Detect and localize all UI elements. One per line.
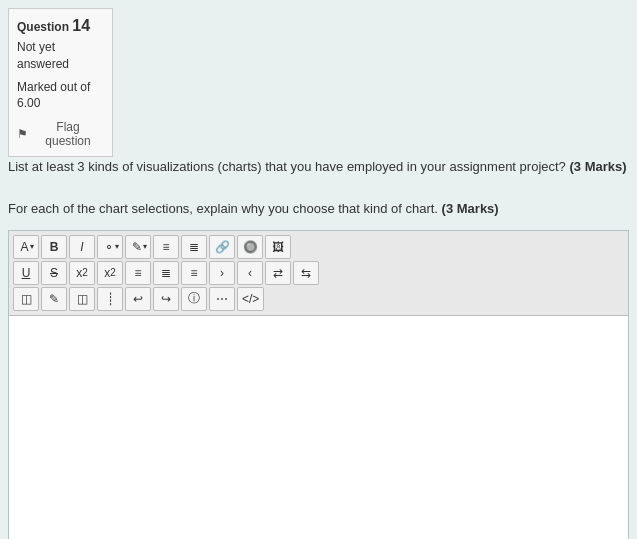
grid-button[interactable]: ◫ (69, 287, 95, 311)
question-label-text: Question (17, 20, 69, 34)
indent-left-button[interactable]: ‹ (237, 261, 263, 285)
list-ordered-button[interactable]: ≣ (181, 235, 207, 259)
list-unordered-button[interactable]: ≡ (153, 235, 179, 259)
font-button[interactable]: A ▾ (13, 235, 39, 259)
align-left-button[interactable]: ≡ (125, 261, 151, 285)
code-button[interactable]: </> (237, 287, 264, 311)
editor-body[interactable]: ⋲ (9, 316, 628, 539)
toolbar-row-3: ◫ ✎ ◫ ┊ ↩ ↪ ⓘ ⋯ </> (13, 287, 624, 311)
info-button[interactable]: ⓘ (181, 287, 207, 311)
cursor-button[interactable]: ┊ (97, 287, 123, 311)
redo-button[interactable]: ↪ (153, 287, 179, 311)
dots-button[interactable]: ⋯ (209, 287, 235, 311)
rtl-button[interactable]: ⇄ (265, 261, 291, 285)
question-sidebar: Question 14 Not yet answered Marked out … (8, 8, 113, 157)
image-button[interactable]: 🖼 (265, 235, 291, 259)
question-part1-marks: (3 Marks) (569, 159, 626, 174)
superscript-button[interactable]: x2 (97, 261, 123, 285)
table-button[interactable]: ◫ (13, 287, 39, 311)
ltr-button[interactable]: ⇆ (293, 261, 319, 285)
undo-button[interactable]: ↩ (125, 287, 151, 311)
toolbar-row-2: U S x2 x2 ≡ ≣ ≡ › ‹ ⇄ ⇆ (13, 261, 624, 285)
underline-button[interactable]: U (13, 261, 39, 285)
question-part2: For each of the chart selections, explai… (8, 201, 438, 216)
align-center-button[interactable]: ≣ (153, 261, 179, 285)
flag-question-button[interactable]: ⚑ Flag question (17, 120, 104, 148)
subscript-button[interactable]: x2 (69, 261, 95, 285)
question-part2-marks: (3 Marks) (442, 201, 499, 216)
flag-icon: ⚑ (17, 127, 28, 141)
unlink-button[interactable]: 🔘 (237, 235, 263, 259)
toolbar-row-1: A ▾ B I ⚬ ▾ ✎ ▾ ≡ ≣ 🔗 🔘 🖼 (13, 235, 624, 259)
strikethrough-button[interactable]: S (41, 261, 67, 285)
question-marked: Marked out of 6.00 (17, 79, 104, 113)
question-status: Not yet answered (17, 39, 104, 73)
indent-right-button[interactable]: › (209, 261, 235, 285)
edit-button[interactable]: ✎ (41, 287, 67, 311)
question-text: List at least 3 kinds of visualizations … (8, 157, 629, 219)
align-right-button[interactable]: ≡ (181, 261, 207, 285)
question-part1: List at least 3 kinds of visualizations … (8, 159, 566, 174)
question-number: 14 (72, 17, 90, 34)
bold-button[interactable]: B (41, 235, 67, 259)
link-button[interactable]: 🔗 (209, 235, 235, 259)
pen-button[interactable]: ✎ ▾ (125, 235, 151, 259)
special1-button[interactable]: ⚬ ▾ (97, 235, 123, 259)
flag-label: Flag question (32, 120, 104, 148)
question-label: Question 14 (17, 17, 104, 35)
italic-button[interactable]: I (69, 235, 95, 259)
answer-editor: A ▾ B I ⚬ ▾ ✎ ▾ ≡ ≣ 🔗 🔘 🖼 U S x2 x2 (8, 230, 629, 539)
editor-toolbar: A ▾ B I ⚬ ▾ ✎ ▾ ≡ ≣ 🔗 🔘 🖼 U S x2 x2 (9, 231, 628, 316)
question-main: List at least 3 kinds of visualizations … (8, 157, 629, 539)
